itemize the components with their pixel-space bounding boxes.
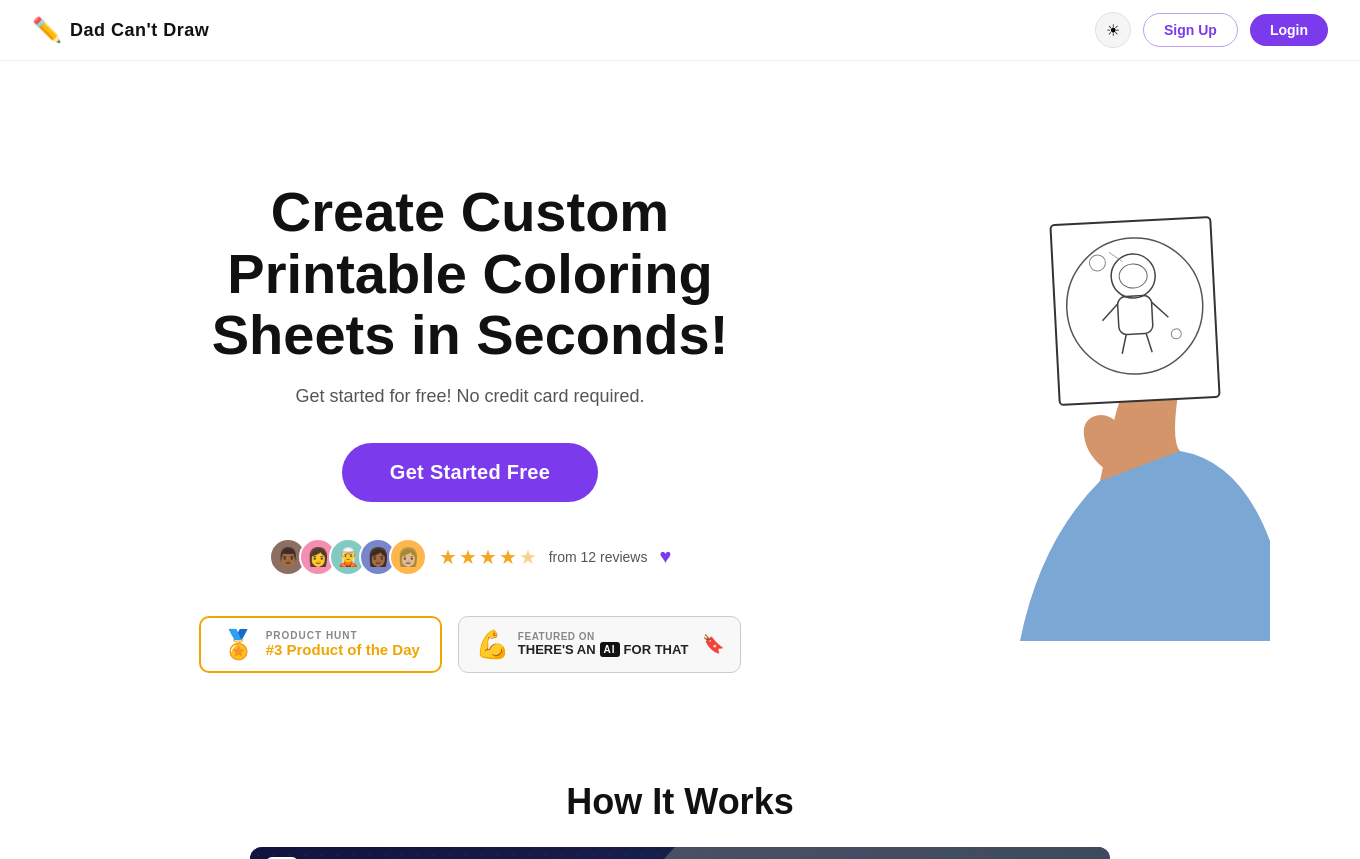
brand-icon: ✏️	[32, 16, 62, 44]
star-icon: ★	[499, 545, 517, 569]
hero-content: Create Custom Printable Coloring Sheets …	[160, 121, 780, 721]
heart-icon: ♥	[659, 545, 671, 568]
brand[interactable]: ✏️ Dad Can't Draw	[32, 16, 209, 44]
avatar-group: 👨🏾 👩 🧝 👩🏾 👩🏼	[269, 538, 427, 576]
hero-illustration	[900, 121, 1280, 641]
video-top-bar: ▶5 Create One-of-a-Kind Coloring Pages w…	[250, 847, 1110, 859]
login-button[interactable]: Login	[1250, 14, 1328, 46]
star-rating: ★ ★ ★ ★ ★	[439, 545, 537, 569]
badges-row: 🏅 PRODUCT HUNT #3 Product of the Day 💪 F…	[160, 616, 780, 673]
hero-subtitle: Get started for free! No credit card req…	[160, 386, 780, 407]
hero-title: Create Custom Printable Coloring Sheets …	[160, 181, 780, 366]
svg-rect-1	[1050, 217, 1219, 405]
sun-icon: ☀	[1106, 21, 1120, 40]
star-icon: ★	[479, 545, 497, 569]
hand-arm-svg	[960, 181, 1280, 641]
ph-value: #3 Product of the Day	[266, 641, 420, 658]
aithat-badge[interactable]: 💪 FEATURED ON THERE'S AN AI FOR THAT 🔖	[458, 616, 741, 673]
ai-box: AI	[600, 642, 620, 657]
arm-icon: 💪	[475, 628, 510, 661]
reviews-count: from 12 reviews	[549, 549, 648, 565]
video-container[interactable]: ▶5 Create One-of-a-Kind Coloring Pages w…	[250, 847, 1110, 859]
avatar: 👩🏼	[389, 538, 427, 576]
aithat-label: FEATURED ON	[518, 631, 688, 642]
how-it-works-section: How It Works	[0, 761, 1360, 859]
brand-name: Dad Can't Draw	[70, 20, 209, 41]
medal-icon: 🏅	[221, 628, 256, 661]
bookmark-icon: 🔖	[702, 633, 724, 655]
star-half-icon: ★	[519, 545, 537, 569]
get-started-button[interactable]: Get Started Free	[342, 443, 598, 502]
signup-button[interactable]: Sign Up	[1143, 13, 1238, 47]
navbar-right: ☀ Sign Up Login	[1095, 12, 1328, 48]
aithat-value2: FOR THAT	[624, 642, 689, 657]
hero-section: Create Custom Printable Coloring Sheets …	[0, 61, 1360, 761]
star-icon: ★	[439, 545, 457, 569]
product-hunt-badge[interactable]: 🏅 PRODUCT HUNT #3 Product of the Day	[199, 616, 442, 673]
theme-toggle-button[interactable]: ☀	[1095, 12, 1131, 48]
aithat-value: THERE'S AN	[518, 642, 596, 657]
navbar: ✏️ Dad Can't Draw ☀ Sign Up Login	[0, 0, 1360, 61]
aithat-text: FEATURED ON THERE'S AN AI FOR THAT	[518, 631, 688, 657]
ph-text: PRODUCT HUNT #3 Product of the Day	[266, 630, 420, 658]
how-it-works-title: How It Works	[80, 781, 1280, 823]
reviews-row: 👨🏾 👩 🧝 👩🏾 👩🏼 ★ ★ ★ ★ ★ from 12 reviews ♥	[160, 538, 780, 576]
star-icon: ★	[459, 545, 477, 569]
ph-label: PRODUCT HUNT	[266, 630, 420, 641]
